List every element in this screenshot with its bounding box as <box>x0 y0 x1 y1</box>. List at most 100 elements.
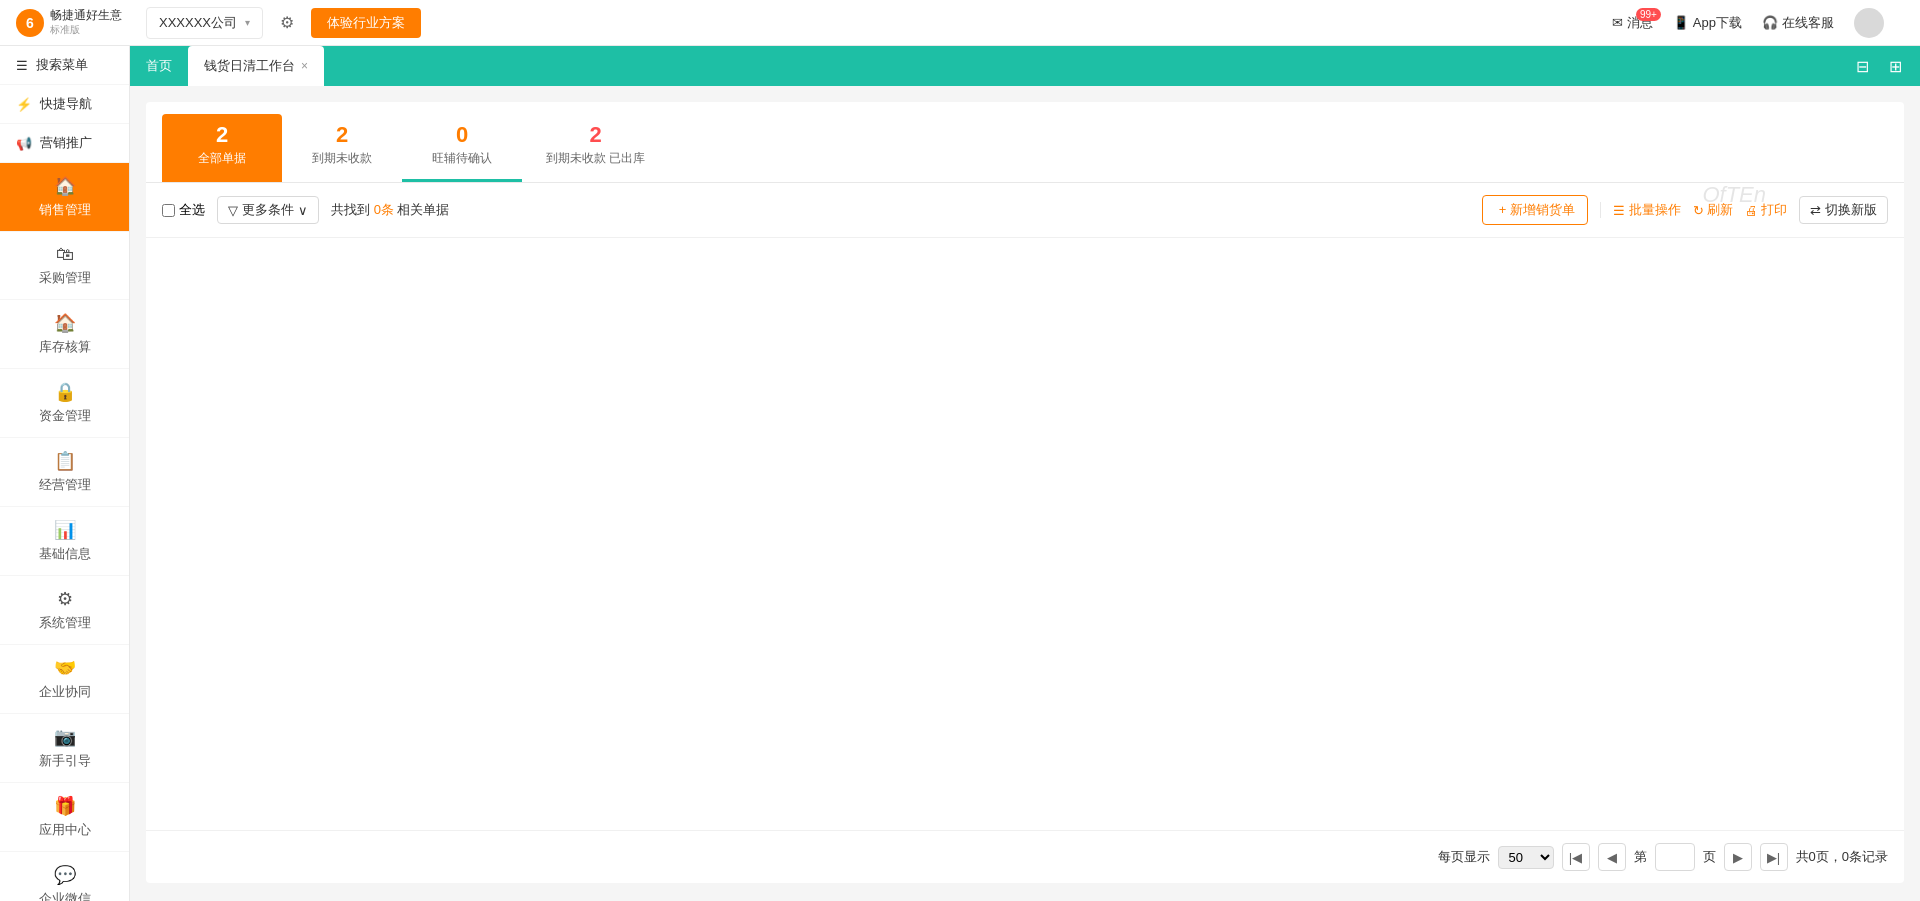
sidebar-item-operations[interactable]: 📋 经营管理 <box>0 438 129 507</box>
page-size-select[interactable]: 50 100 200 <box>1498 846 1554 869</box>
main-content: 2 全部单据 2 到期未收款 0 旺辅待确认 2 到期未收款 已出库 全选 <box>130 86 1920 901</box>
first-page-button[interactable]: |◀ <box>1562 843 1590 871</box>
batch-icon: ☰ <box>1613 203 1625 218</box>
refresh-icon: ↻ <box>1693 203 1704 218</box>
wechat-icon: 💬 <box>54 864 76 886</box>
headset-icon: 🎧 <box>1762 15 1778 30</box>
logo-area: 6 畅捷通好生意 标准版 <box>16 8 146 38</box>
logo-text-area: 畅捷通好生意 标准版 <box>50 8 122 38</box>
stat-tab-overdue[interactable]: 2 到期未收款 <box>282 114 402 182</box>
total-info: 共0页，0条记录 <box>1796 848 1888 866</box>
sidebar-item-search[interactable]: ☰ 搜索菜单 <box>0 46 129 85</box>
sidebar-item-basic-info[interactable]: 📊 基础信息 <box>0 507 129 576</box>
tab-home[interactable]: 首页 <box>130 46 188 86</box>
stats-tabs: 2 全部单据 2 到期未收款 0 旺辅待确认 2 到期未收款 已出库 <box>146 102 1904 183</box>
window-maximize-button[interactable]: ⊞ <box>1883 55 1908 78</box>
page-number-input[interactable]: 1 <box>1655 843 1695 871</box>
marketing-icon: 📢 <box>16 136 32 151</box>
app-logo-icon: 6 <box>16 9 44 37</box>
window-minimize-button[interactable]: ⊟ <box>1850 55 1875 78</box>
stat-overdue-shipped-number: 2 <box>590 122 602 148</box>
window-controls: ⊟ ⊞ <box>1850 55 1920 78</box>
switch-version-button[interactable]: ⇄ 切换新版 <box>1799 196 1888 224</box>
print-button[interactable]: 🖨 打印 <box>1745 201 1787 219</box>
sidebar-item-system[interactable]: ⚙ 系统管理 <box>0 576 129 645</box>
company-name: XXXXXX公司 <box>159 14 237 32</box>
stat-wangwang-label: 旺辅待确认 <box>432 150 492 167</box>
company-selector[interactable]: XXXXXX公司 ▾ <box>146 7 263 39</box>
guide-icon: 📷 <box>54 726 76 748</box>
quick-nav-icon: ⚡ <box>16 97 32 112</box>
tab-close-icon[interactable]: × <box>301 59 308 73</box>
select-all-area[interactable]: 全选 <box>162 201 205 219</box>
tab-active[interactable]: 钱货日清工作台 × <box>188 46 324 86</box>
app-download-button[interactable]: 📱 App下载 <box>1673 14 1742 32</box>
industry-button[interactable]: 体验行业方案 <box>311 8 421 38</box>
operations-icon: 📋 <box>54 450 76 472</box>
stat-overdue-shipped-label: 到期未收款 已出库 <box>546 150 645 167</box>
enterprise-icon: 🤝 <box>54 657 76 679</box>
found-text: 共找到 0条 相关单据 <box>331 201 449 219</box>
toolbar-right: + 新增销货单 ☰ 批量操作 ↻ 刷新 🖨 打印 ⇄ 切换新版 <box>1482 195 1888 225</box>
next-page-button[interactable]: ▶ <box>1724 843 1752 871</box>
found-count: 0条 <box>374 202 394 217</box>
message-icon: ✉ <box>1612 15 1623 30</box>
header-right: ✉ 消息 99+ 📱 App下载 🎧 在线客服 <box>1612 8 1904 38</box>
sidebar-item-quick-nav[interactable]: ⚡ 快捷导航 <box>0 85 129 124</box>
sales-icon: 🏠 <box>54 175 76 197</box>
toolbar-divider <box>1600 202 1601 218</box>
print-icon: 🖨 <box>1745 203 1758 218</box>
per-page-label: 每页显示 <box>1438 848 1490 866</box>
content-panel: 2 全部单据 2 到期未收款 0 旺辅待确认 2 到期未收款 已出库 全选 <box>146 102 1904 883</box>
refresh-button[interactable]: ↻ 刷新 <box>1693 201 1733 219</box>
sidebar-item-wechat[interactable]: 💬 企业微信 <box>0 852 129 901</box>
stat-all-number: 2 <box>216 122 228 148</box>
sidebar-item-guide[interactable]: 📷 新手引导 <box>0 714 129 783</box>
gear-icon: ⚙ <box>280 13 294 32</box>
sidebar-item-app-center[interactable]: 🎁 应用中心 <box>0 783 129 852</box>
download-icon: 📱 <box>1673 15 1689 30</box>
sidebar: ☰ 搜索菜单 ⚡ 快捷导航 📢 营销推广 🏠 销售管理 🛍 采购管理 🏠 库存核… <box>0 46 130 901</box>
batch-operation-button[interactable]: ☰ 批量操作 <box>1613 201 1681 219</box>
online-service-button[interactable]: 🎧 在线客服 <box>1762 14 1834 32</box>
app-badge: 标准版 <box>50 23 122 37</box>
sidebar-item-capital[interactable]: 🔒 资金管理 <box>0 369 129 438</box>
stat-tab-overdue-shipped[interactable]: 2 到期未收款 已出库 <box>522 114 669 182</box>
system-icon: ⚙ <box>57 588 73 610</box>
last-page-button[interactable]: ▶| <box>1760 843 1788 871</box>
table-area <box>146 238 1904 830</box>
tab-bar: 首页 钱货日清工作台 × ⊟ ⊞ <box>130 46 1920 86</box>
basic-info-icon: 📊 <box>54 519 76 541</box>
capital-icon: 🔒 <box>54 381 76 403</box>
switch-icon: ⇄ <box>1810 203 1821 218</box>
app-center-icon: 🎁 <box>54 795 76 817</box>
stat-overdue-label: 到期未收款 <box>312 150 372 167</box>
chevron-down-icon: ▾ <box>245 17 250 28</box>
search-icon: ☰ <box>16 58 28 73</box>
inventory-icon: 🏠 <box>54 312 76 334</box>
sidebar-item-inventory[interactable]: 🏠 库存核算 <box>0 300 129 369</box>
select-all-checkbox[interactable] <box>162 204 175 217</box>
pagination-bar: 每页显示 50 100 200 |◀ ◀ 第 1 页 ▶ ▶| 共0页，0条记录 <box>146 830 1904 883</box>
filter-chevron-icon: ∨ <box>298 203 308 218</box>
sidebar-item-enterprise[interactable]: 🤝 企业协同 <box>0 645 129 714</box>
stat-all-label: 全部单据 <box>198 150 246 167</box>
stat-tab-all[interactable]: 2 全部单据 <box>162 114 282 182</box>
user-avatar[interactable] <box>1854 8 1884 38</box>
message-button[interactable]: ✉ 消息 99+ <box>1612 14 1653 32</box>
stat-overdue-number: 2 <box>336 122 348 148</box>
purchase-icon: 🛍 <box>56 244 74 265</box>
stat-wangwang-number: 0 <box>456 122 468 148</box>
prev-page-button[interactable]: ◀ <box>1598 843 1626 871</box>
app-name: 畅捷通好生意 <box>50 8 122 24</box>
sidebar-item-sales[interactable]: 🏠 销售管理 <box>0 163 129 232</box>
sidebar-item-marketing[interactable]: 📢 营销推广 <box>0 124 129 163</box>
add-sales-order-button[interactable]: + 新增销货单 <box>1482 195 1588 225</box>
top-header: 6 畅捷通好生意 标准版 XXXXXX公司 ▾ ⚙ 体验行业方案 ✉ 消息 99… <box>0 0 1920 46</box>
sidebar-item-purchase[interactable]: 🛍 采购管理 <box>0 232 129 300</box>
stat-tab-wangwang[interactable]: 0 旺辅待确认 <box>402 114 522 182</box>
toolbar: 全选 ▽ 更多条件 ∨ 共找到 0条 相关单据 + 新增销货单 ☰ <box>146 183 1904 238</box>
settings-button[interactable]: ⚙ <box>271 7 303 39</box>
message-badge: 99+ <box>1636 8 1661 21</box>
filter-button[interactable]: ▽ 更多条件 ∨ <box>217 196 319 224</box>
